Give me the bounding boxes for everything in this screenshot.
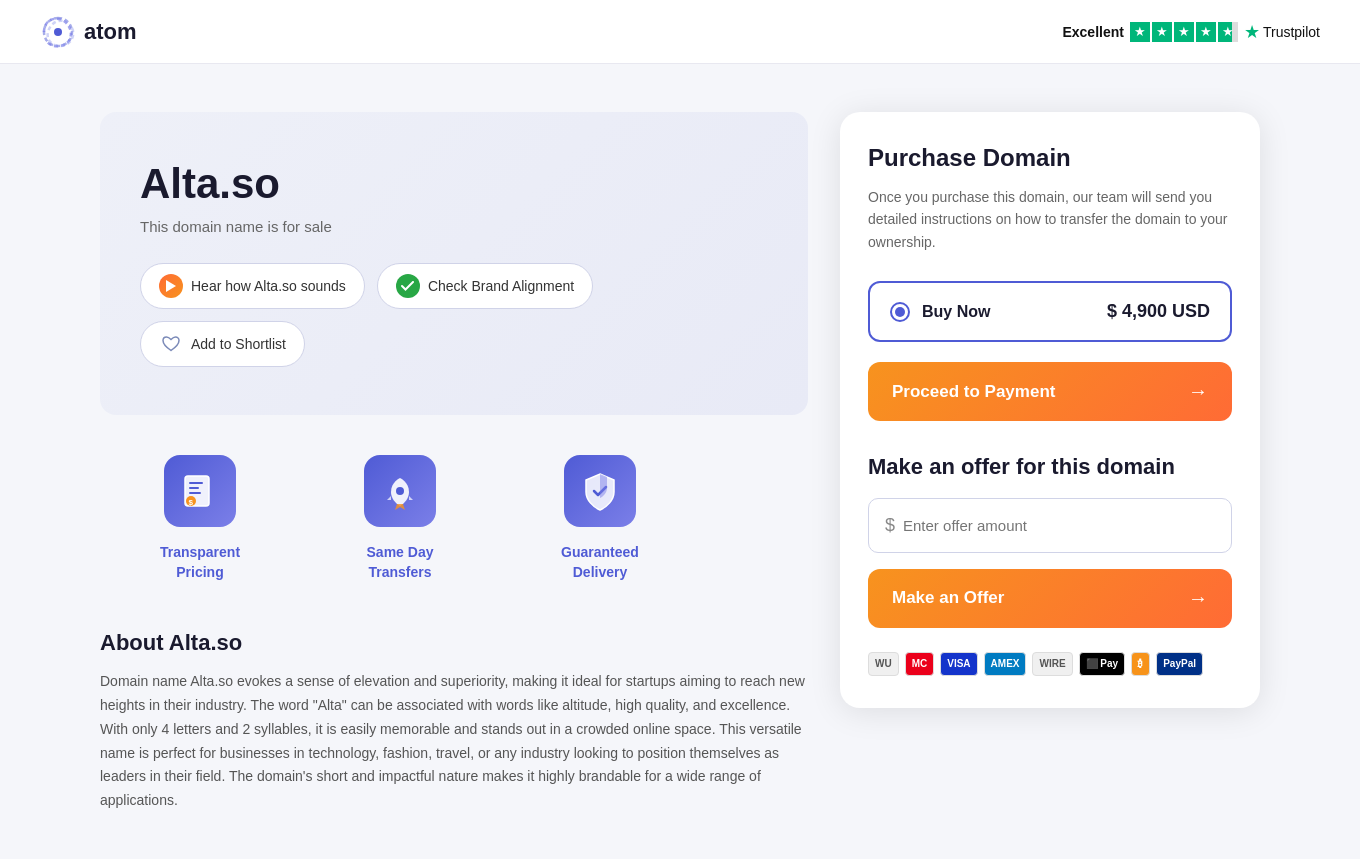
- visa-badge: VISA: [940, 652, 977, 676]
- buy-option-left: Buy Now: [890, 302, 990, 322]
- add-shortlist-label: Add to Shortlist: [191, 336, 286, 352]
- svg-rect-5: [189, 492, 201, 494]
- hear-sounds-button[interactable]: Hear how Alta.so sounds: [140, 263, 365, 309]
- buy-now-label: Buy Now: [922, 303, 990, 321]
- check-icon: [396, 274, 420, 298]
- offer-input-wrap: $: [868, 498, 1232, 553]
- rocket-icon: [379, 470, 421, 512]
- offer-amount-input[interactable]: [903, 499, 1215, 552]
- western-union-badge: WU: [868, 652, 899, 676]
- svg-rect-3: [189, 482, 203, 484]
- about-text: Domain name Alta.so evokes a sense of el…: [100, 670, 808, 813]
- paypal-badge: PayPal: [1156, 652, 1203, 676]
- buy-price: $ 4,900 USD: [1107, 301, 1210, 322]
- domain-subtitle: This domain name is for sale: [140, 218, 768, 235]
- guaranteed-delivery-label: GuaranteedDelivery: [561, 543, 639, 582]
- offer-section-title: Make an offer for this domain: [868, 453, 1232, 482]
- logo-text: atom: [84, 19, 137, 45]
- same-day-transfers-icon-wrap: [364, 455, 436, 527]
- main-layout: Alta.so This domain name is for sale Hea…: [60, 64, 1300, 859]
- svg-point-0: [54, 28, 62, 36]
- amex-badge: AMEX: [984, 652, 1027, 676]
- mastercard-badge: MC: [905, 652, 935, 676]
- logo[interactable]: atom: [40, 14, 137, 50]
- purchase-card: Purchase Domain Once you purchase this d…: [840, 112, 1260, 708]
- make-offer-label: Make an Offer: [892, 588, 1004, 608]
- about-section: About Alta.so Domain name Alta.so evokes…: [100, 630, 808, 813]
- purchase-title: Purchase Domain: [868, 144, 1232, 172]
- hear-sounds-label: Hear how Alta.so sounds: [191, 278, 346, 294]
- wire-badge: WIRE: [1032, 652, 1072, 676]
- star-4: ★: [1196, 22, 1216, 42]
- about-title: About Alta.so: [100, 630, 808, 656]
- feature-transparent-pricing: $ TransparentPricing: [100, 455, 300, 582]
- bitcoin-badge: ₿: [1131, 652, 1150, 676]
- checkmark: [401, 281, 414, 291]
- left-column: Alta.so This domain name is for sale Hea…: [100, 112, 808, 813]
- features-row: $ TransparentPricing Same DayTransfers: [100, 455, 808, 582]
- trustpilot-label: Excellent: [1062, 24, 1123, 40]
- heart-svg: [162, 336, 180, 352]
- svg-point-8: [396, 487, 404, 495]
- star-1: ★: [1130, 22, 1150, 42]
- feature-same-day-transfers: Same DayTransfers: [300, 455, 500, 582]
- buy-now-option[interactable]: Buy Now $ 4,900 USD: [868, 281, 1232, 342]
- svg-rect-4: [189, 487, 199, 489]
- radio-selected: [890, 302, 910, 322]
- trustpilot-star-icon: ★: [1244, 21, 1260, 43]
- transparent-pricing-icon-wrap: $: [164, 455, 236, 527]
- payment-methods: WU MC VISA AMEX WIRE ⬛ Pay ₿ PayPal: [868, 652, 1232, 676]
- shield-icon: [579, 470, 621, 512]
- offer-arrow-icon: →: [1188, 587, 1208, 610]
- trustpilot-section: Excellent ★ ★ ★ ★ ★ ★ Trustpilot: [1062, 21, 1320, 43]
- play-triangle: [166, 280, 176, 292]
- star-3: ★: [1174, 22, 1194, 42]
- proceed-to-payment-button[interactable]: Proceed to Payment →: [868, 362, 1232, 421]
- radio-dot: [895, 307, 905, 317]
- feature-guaranteed-delivery: GuaranteedDelivery: [500, 455, 700, 582]
- star-2: ★: [1152, 22, 1172, 42]
- play-icon: [159, 274, 183, 298]
- guaranteed-delivery-icon-wrap: [564, 455, 636, 527]
- heart-icon: [159, 332, 183, 356]
- transparent-pricing-label: TransparentPricing: [160, 543, 240, 582]
- header: atom Excellent ★ ★ ★ ★ ★ ★ Trustpilot: [0, 0, 1360, 64]
- check-brand-button[interactable]: Check Brand Alignment: [377, 263, 593, 309]
- purchase-description: Once you purchase this domain, our team …: [868, 186, 1232, 253]
- atom-logo-icon: [40, 14, 76, 50]
- dollar-sign: $: [885, 515, 895, 536]
- trustpilot-brand-label: Trustpilot: [1263, 24, 1320, 40]
- domain-hero: Alta.so This domain name is for sale Hea…: [100, 112, 808, 415]
- trustpilot-brand: ★ Trustpilot: [1244, 21, 1320, 43]
- star-5-half: ★: [1218, 22, 1238, 42]
- proceed-label: Proceed to Payment: [892, 382, 1055, 402]
- action-buttons-group: Hear how Alta.so sounds Check Brand Alig…: [140, 263, 768, 367]
- add-shortlist-button[interactable]: Add to Shortlist: [140, 321, 305, 367]
- trustpilot-stars: ★ ★ ★ ★ ★: [1130, 22, 1238, 42]
- receipt-icon: $: [181, 474, 219, 508]
- check-brand-label: Check Brand Alignment: [428, 278, 574, 294]
- svg-text:$: $: [189, 498, 194, 507]
- proceed-arrow-icon: →: [1188, 380, 1208, 403]
- make-offer-button[interactable]: Make an Offer →: [868, 569, 1232, 628]
- same-day-transfers-label: Same DayTransfers: [367, 543, 434, 582]
- domain-name: Alta.so: [140, 160, 768, 208]
- apple-pay-badge: ⬛ Pay: [1079, 652, 1126, 676]
